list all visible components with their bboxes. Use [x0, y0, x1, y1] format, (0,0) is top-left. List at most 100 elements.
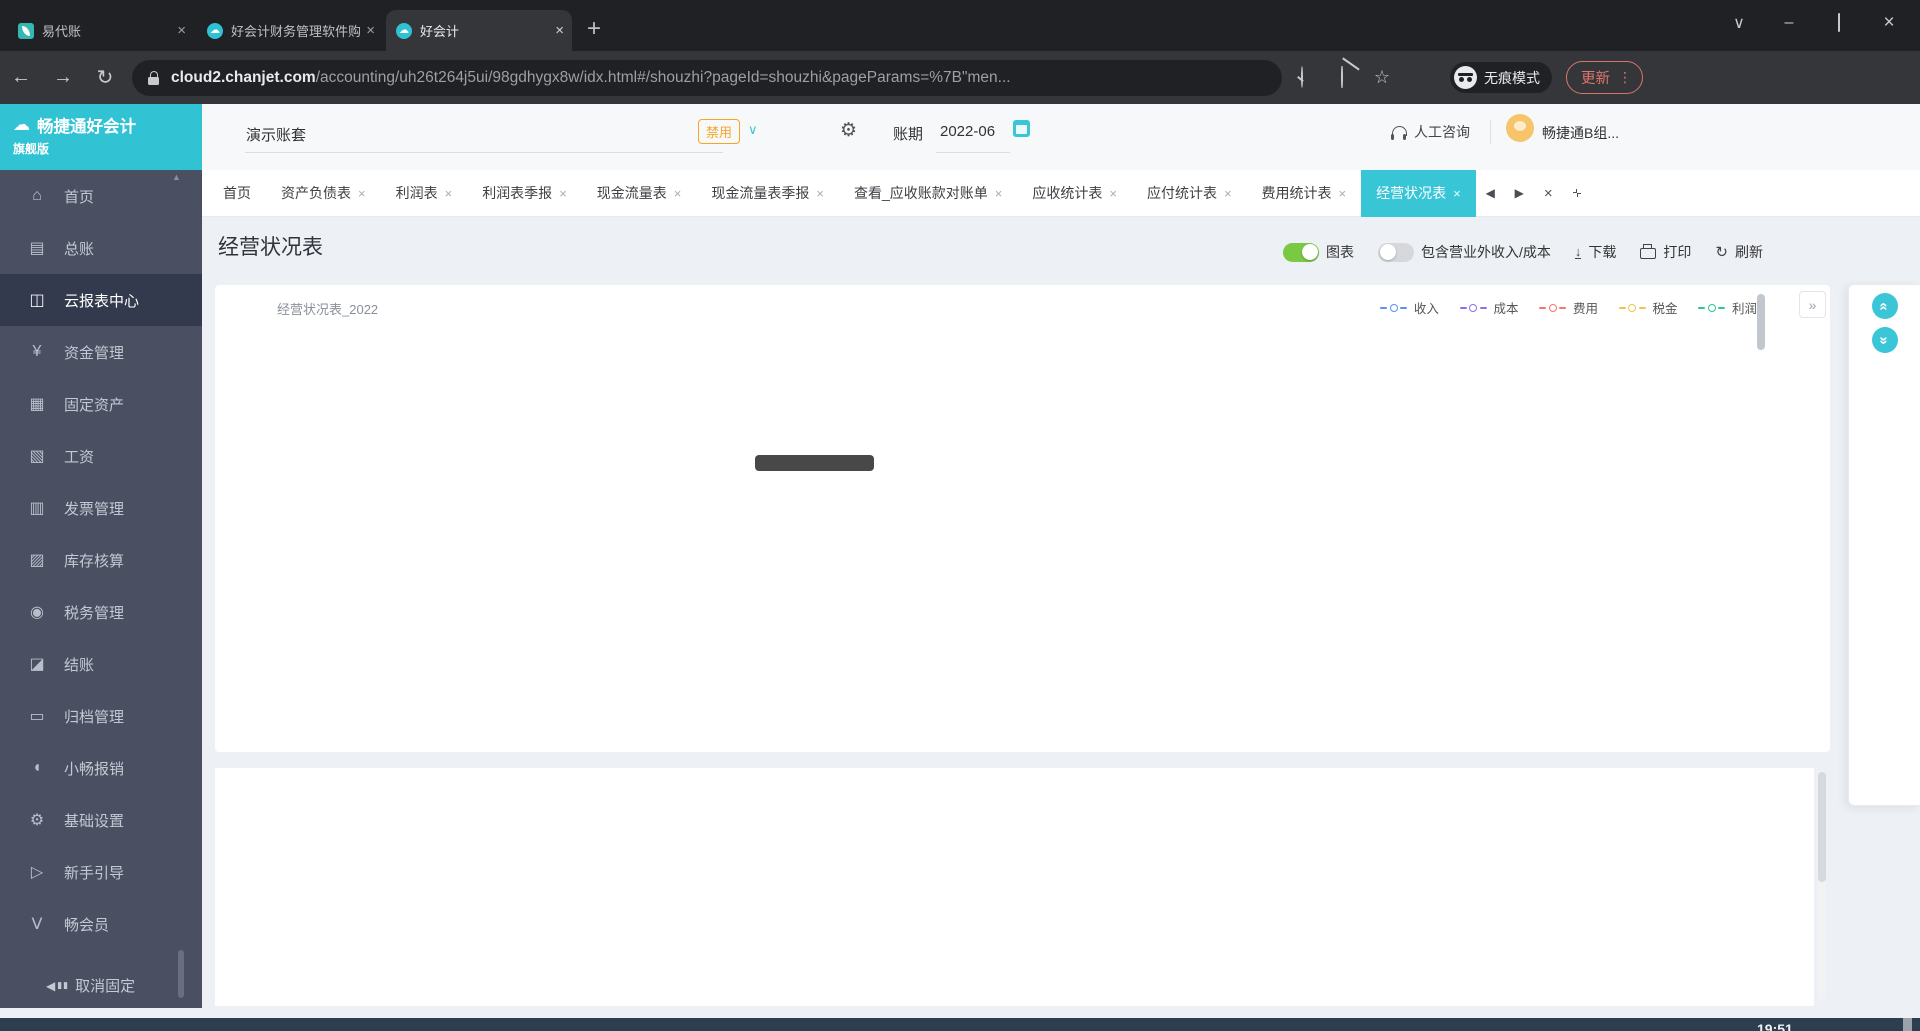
- report-tab-label: 现金流量表季报: [711, 185, 810, 201]
- browser-menu-icon[interactable]: ⋮: [1618, 69, 1632, 86]
- tab-close-icon[interactable]: ×: [366, 22, 375, 39]
- sidebar-menu: ⌂ 首页 ▤ 总账 ◫ 云报表中心 ¥ 资金管理 ▦ 固定资产 ▧ 工资 ▥ 发票管理 ▨ 库存核算 ◉ 税务管理…: [0, 170, 202, 950]
- funds-icon: ¥: [32, 343, 42, 360]
- report-tab-close-icon[interactable]: ×: [559, 186, 567, 201]
- include-toggle[interactable]: [1378, 242, 1414, 262]
- incognito-icon: [1454, 66, 1477, 89]
- restore-icon[interactable]: [1814, 13, 1864, 32]
- sidebar-item-10[interactable]: ◪ 结账: [0, 638, 202, 690]
- report-tab[interactable]: 经营状况表 ×: [1361, 169, 1476, 217]
- report-tab-close-icon[interactable]: ×: [816, 186, 824, 201]
- sidebar-unpin-button[interactable]: ◀ ▮▮ 取消固定: [46, 975, 135, 996]
- sidebar-item-15[interactable]: Ⅴ 畅会员: [0, 898, 202, 950]
- legend-item[interactable]: 费用: [1539, 298, 1598, 317]
- calendar-icon[interactable]: [1013, 120, 1030, 137]
- report-tab-close-icon[interactable]: ×: [1453, 186, 1461, 201]
- report-tab-close-icon[interactable]: ×: [1339, 186, 1347, 201]
- report-tab-close-icon[interactable]: ×: [995, 186, 1003, 201]
- table-scrollbar-thumb[interactable]: [1818, 772, 1826, 882]
- report-tab[interactable]: 利润表 ×: [381, 170, 468, 217]
- account-underline: [245, 152, 723, 153]
- report-tab[interactable]: 现金流量表 ×: [582, 170, 697, 217]
- account-set-name[interactable]: 演示账套: [246, 124, 306, 145]
- incognito-chip[interactable]: 无痕模式: [1450, 62, 1552, 93]
- report-tab[interactable]: 现金流量表季报 ×: [696, 170, 839, 217]
- tabs-scroll-right-icon[interactable]: ▶: [1505, 186, 1534, 200]
- sidebar-item-5[interactable]: ▦ 固定资产: [0, 378, 202, 430]
- years-scroll-down-button[interactable]: »: [1871, 327, 1898, 353]
- sidebar-scrollbar[interactable]: [178, 950, 184, 998]
- forward-icon[interactable]: →: [42, 66, 84, 89]
- report-tab[interactable]: 应付统计表 ×: [1132, 170, 1247, 217]
- year-panel-collapse-button[interactable]: »: [1799, 291, 1826, 318]
- refresh-button[interactable]: ↻ 刷新: [1715, 242, 1763, 262]
- bookmark-star-icon[interactable]: ☆: [1362, 67, 1402, 88]
- zoom-search-icon[interactable]: [1282, 66, 1322, 88]
- minimize-icon[interactable]: –: [1764, 14, 1814, 32]
- report-tab[interactable]: 费用统计表 ×: [1247, 170, 1362, 217]
- tab-close-icon[interactable]: ×: [177, 22, 186, 39]
- sidebar-item-2[interactable]: ▤ 总账: [0, 222, 202, 274]
- user-name[interactable]: 畅捷通B组...: [1542, 123, 1626, 143]
- view-controls: 图表 包含营业外收入/成本 ↓ 下载 打印 ↻ 刷新: [1283, 242, 1763, 262]
- magnifier-shape: [1301, 66, 1303, 88]
- report-tab[interactable]: 资产负债表 ×: [266, 170, 381, 217]
- sidebar-item-label: 固定资产: [64, 396, 125, 414]
- sidebar-item-12[interactable]: ◖ 小畅报销: [0, 742, 202, 794]
- download-button[interactable]: ↓ 下载: [1574, 242, 1616, 262]
- years-scroll-up-button[interactable]: «: [1871, 293, 1898, 319]
- new-tab-button[interactable]: +: [587, 17, 601, 41]
- legend-item[interactable]: 收入: [1380, 298, 1439, 317]
- tabs-close-all-icon[interactable]: ×: [1534, 185, 1563, 202]
- report-tab-close-icon[interactable]: ×: [1224, 186, 1232, 201]
- legend-item[interactable]: 利润: [1698, 298, 1757, 317]
- browser-tab[interactable]: ☁ 好会计财务管理软件购买价格及功 ×: [197, 10, 383, 51]
- sidebar-item-8[interactable]: ▨ 库存核算: [0, 534, 202, 586]
- operations-line-chart[interactable]: [215, 285, 1830, 752]
- legend-ring: [1707, 303, 1716, 312]
- report-tab-close-icon[interactable]: ×: [358, 186, 366, 201]
- sidebar-item-6[interactable]: ▧ 工资: [0, 430, 202, 482]
- tabs-scroll-left-icon[interactable]: ◀: [1476, 186, 1505, 200]
- update-button[interactable]: 更新 ⋮: [1566, 61, 1643, 94]
- report-tab[interactable]: 查看_应收账款对账单 ×: [839, 170, 1017, 217]
- report-tab-close-icon[interactable]: ×: [1109, 186, 1117, 201]
- report-tab-close-icon[interactable]: ×: [674, 186, 682, 201]
- sidebar-item-9[interactable]: ◉ 税务管理: [0, 586, 202, 638]
- back-icon[interactable]: ←: [0, 66, 42, 89]
- legend-item[interactable]: 税金: [1618, 298, 1677, 317]
- sidebar-item-4[interactable]: ¥ 资金管理: [0, 326, 202, 378]
- report-tab[interactable]: 应收统计表 ×: [1017, 170, 1132, 217]
- account-dropdown-icon[interactable]: ∨: [748, 122, 758, 138]
- browser-tab[interactable]: ☁ 好会计 ×: [386, 10, 572, 51]
- report-tab[interactable]: 首页: [208, 170, 266, 217]
- browser-tab[interactable]: 易代账 ×: [8, 10, 194, 51]
- print-button[interactable]: 打印: [1640, 242, 1691, 262]
- report-tab-close-icon[interactable]: ×: [445, 186, 453, 201]
- sidebar-item-3[interactable]: ◫ 云报表中心: [0, 274, 202, 326]
- sidebar-scroll-up-icon[interactable]: ▲: [172, 172, 181, 182]
- report-tab[interactable]: 利润表季报 ×: [467, 170, 582, 217]
- sidebar-item-11[interactable]: ▭ 归档管理: [0, 690, 202, 742]
- sidebar-item-13[interactable]: ⚙ 基础设置: [0, 794, 202, 846]
- sidebar-item-14[interactable]: ▷ 新手引导: [0, 846, 202, 898]
- avatar[interactable]: [1506, 114, 1534, 142]
- brand-logo[interactable]: ☁ 畅捷通好会计 旗舰版: [0, 104, 202, 170]
- settings-gear-icon[interactable]: ⚙: [840, 119, 857, 142]
- reload-icon[interactable]: ↻: [84, 65, 126, 90]
- chart-toggle[interactable]: [1283, 242, 1319, 262]
- url-bar[interactable]: cloud2.chanjet.com/accounting/uh26t264j5…: [132, 59, 1282, 96]
- eye-off-icon[interactable]: [1322, 66, 1362, 88]
- tab-search-icon[interactable]: ∨: [1714, 13, 1764, 33]
- support-link[interactable]: 人工咨询: [1391, 122, 1470, 142]
- sidebar-item-7[interactable]: ▥ 发票管理: [0, 482, 202, 534]
- unpin-bars-icon: ▮▮: [57, 980, 70, 990]
- report-tabs: 首页 资产负债表 × 利润表 × 利润表季报 × 现金流量表 × 现金流量表季报 × 查看_应收账款对…: [208, 169, 1476, 217]
- legend-item[interactable]: 成本: [1459, 298, 1518, 317]
- content-scrollbar[interactable]: [1757, 294, 1765, 350]
- monthly-table-card: [215, 768, 1814, 1006]
- tab-close-icon[interactable]: ×: [555, 22, 564, 39]
- url-text[interactable]: cloud2.chanjet.com/accounting/uh26t264j5…: [171, 69, 1011, 87]
- close-window-icon[interactable]: ×: [1864, 12, 1914, 34]
- period-value[interactable]: 2022-06: [940, 123, 995, 140]
